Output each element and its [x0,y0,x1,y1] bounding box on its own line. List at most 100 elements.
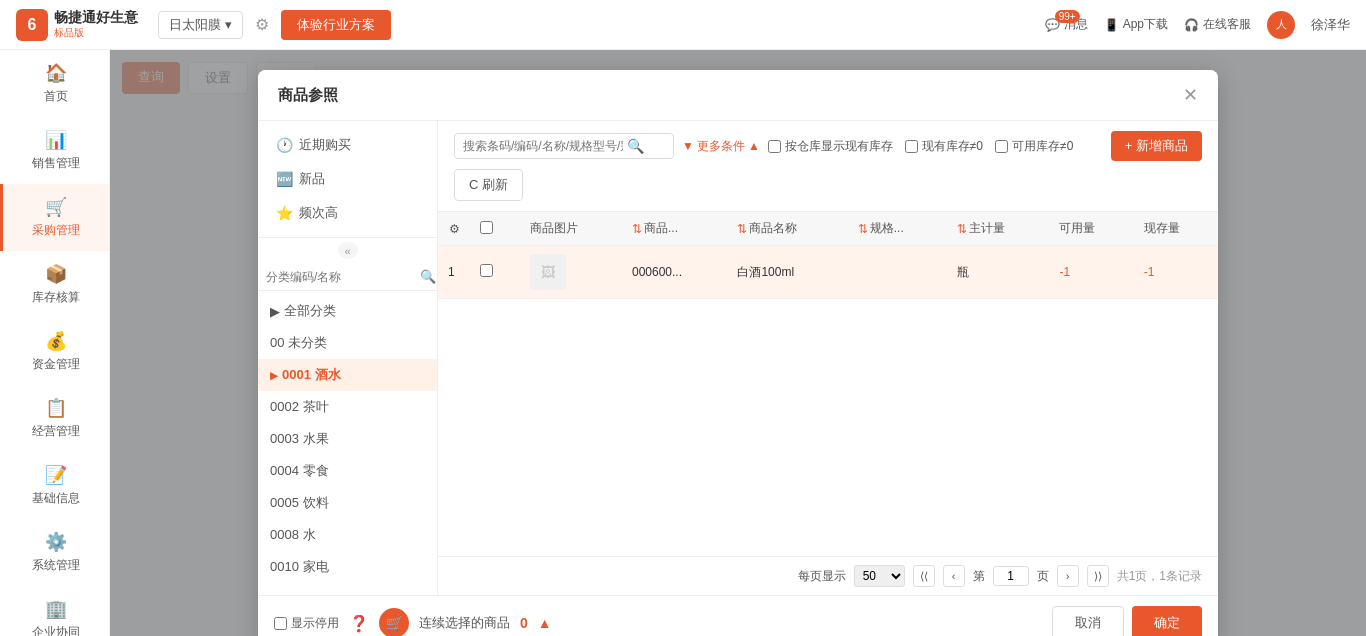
left-tab-frequent[interactable]: ⭐ 频次高 [266,197,429,229]
search-button[interactable]: 🔍 [627,138,644,154]
sort-icon-name: ⇅ [737,222,747,236]
checkbox-stock[interactable]: 现有库存≠0 [905,138,983,155]
sidebar-item-inventory[interactable]: 📦 库存核算 [0,251,109,318]
td-code: 000600... [622,246,727,299]
filter-more-button[interactable]: ▼ 更多条件 ▲ [682,138,760,155]
left-tabs: 🕐 近期购买 🆕 新品 ⭐ 频次高 [258,129,437,238]
app-download-button[interactable]: 📱 App下载 [1104,16,1168,33]
msg-badge: 99+ [1055,10,1080,23]
last-page-button[interactable]: ⟩⟩ [1087,565,1109,587]
th-settings[interactable]: ⚙ [438,212,470,246]
prev-page-button[interactable]: ‹ [943,565,965,587]
modal: 商品参照 ✕ 🕐 近期购买 🆕 [258,70,1218,636]
next-page-button[interactable]: › [1057,565,1079,587]
sidebar-item-business[interactable]: 📋 经营管理 [0,385,109,452]
th-code: ⇅ 商品... [622,212,727,246]
confirm-button[interactable]: 确定 [1132,606,1202,636]
product-image: 🖼 [530,254,566,290]
cat-tea[interactable]: 0002 茶叶 [258,391,437,423]
footer-actions: 取消 确定 [1052,606,1202,636]
sidebar-item-finance[interactable]: 💰 资金管理 [0,318,109,385]
selected-label: 连续选择的商品 [419,614,510,632]
nav-selector[interactable]: 日太阳膜 ▾ [158,11,243,39]
cat-fruit[interactable]: 0003 水果 [258,423,437,455]
inventory-icon: 📦 [45,263,67,285]
checkbox-warehouse[interactable]: 按仓库显示现有库存 [768,138,893,155]
username: 徐泽华 [1311,16,1350,34]
sidebar-item-purchase[interactable]: 🛒 采购管理 [0,184,109,251]
sidebar-item-enterprise[interactable]: 🏢 企业协同 [0,586,109,636]
app-icon: 📱 [1104,18,1119,32]
chevron-down-icon: ▾ [225,17,232,32]
cat-beverage[interactable]: 0005 饮料 [258,487,437,519]
show-disabled-checkbox[interactable]: 显示停用 [274,615,339,632]
gear-icon[interactable]: ⚙ [255,15,269,34]
msg-button[interactable]: 💬 消息 99+ [1045,16,1088,33]
th-spec: ⇅ 规格... [848,212,947,246]
cat-expand-icon: ▶ [270,304,280,319]
td-image: 🖼 [520,246,622,299]
th-unit: ⇅ 主计量 [947,212,1049,246]
modal-right-panel: 🔍 ▼ 更多条件 ▲ 按仓库显示现有库存 [438,121,1218,595]
logo-text: 畅捷通好生意 [54,9,138,26]
sidebar-item-sales[interactable]: 📊 销售管理 [0,117,109,184]
select-all-checkbox[interactable] [480,221,493,234]
refresh-button[interactable]: C 刷新 [454,169,523,201]
modal-close-button[interactable]: ✕ [1183,84,1198,106]
cat-snack[interactable]: 0004 零食 [258,455,437,487]
sidebar-item-home[interactable]: 🏠 首页 [0,50,109,117]
th-image: 商品图片 [520,212,622,246]
sidebar: 🏠 首页 📊 销售管理 🛒 采购管理 📦 库存核算 💰 资金管理 📋 经营管理 … [0,50,110,636]
cat-appliance[interactable]: 0010 家电 [258,551,437,583]
total-info: 共1页，1条记录 [1117,568,1202,585]
cat-all[interactable]: ▶ 全部分类 [258,295,437,327]
per-page-select[interactable]: 50 10 20 100 [854,565,905,587]
page-input[interactable] [993,566,1029,586]
trial-button[interactable]: 体验行业方案 [281,10,391,40]
headphone-icon: 🎧 [1184,18,1199,32]
category-search-area: 🔍 [258,263,437,291]
logo-sub: 标品版 [54,26,138,40]
sort-icon-spec: ⇅ [858,222,868,236]
service-button[interactable]: 🎧 在线客服 [1184,16,1251,33]
checkbox-available[interactable]: 可用库存≠0 [995,138,1073,155]
selected-count: 0 [520,615,528,631]
td-unit: 瓶 [947,246,1049,299]
sidebar-item-system[interactable]: ⚙️ 系统管理 [0,519,109,586]
table-row[interactable]: 1 🖼 000600... 白酒100ml 瓶 [438,246,1218,299]
product-search-input[interactable] [463,139,623,153]
checkbox-group: 按仓库显示现有库存 现有库存≠0 可用库存≠0 [768,138,1074,155]
star-icon: ⭐ [276,205,293,221]
filter-icon: ▼ [682,139,694,153]
finance-icon: 💰 [45,330,67,352]
cat-uncategorized[interactable]: 00 未分类 [258,327,437,359]
cancel-button[interactable]: 取消 [1052,606,1124,636]
category-search-input[interactable] [266,270,416,284]
td-available: -1 [1049,246,1133,299]
modal-header: 商品参照 ✕ [258,70,1218,121]
page-label: 第 [973,568,985,585]
clock-icon: 🕐 [276,137,293,153]
cat-active-icon: ▶ [270,370,278,381]
left-tab-recent[interactable]: 🕐 近期购买 [266,129,429,161]
main-layout: 🏠 首页 📊 销售管理 🛒 采购管理 📦 库存核算 💰 资金管理 📋 经营管理 … [0,50,1366,636]
sidebar-item-basic[interactable]: 📝 基础信息 [0,452,109,519]
avatar: 人 [1267,11,1295,39]
sort-icon-code: ⇅ [632,222,642,236]
cart-icon[interactable]: 🛒 [379,608,409,636]
add-product-button[interactable]: + 新增商品 [1111,131,1202,161]
search-bar: 🔍 ▼ 更多条件 ▲ 按仓库显示现有库存 [438,121,1218,212]
modal-title: 商品参照 [278,86,338,105]
left-tab-new[interactable]: 🆕 新品 [266,163,429,195]
category-search-icon[interactable]: 🔍 [420,269,436,284]
collapse-left-button[interactable]: « [338,242,358,259]
td-num: 1 [438,246,470,299]
logo-area: 6 畅捷通好生意 标品版 [16,9,138,41]
content-area: 查询 设置 刷新 商品参照 ✕ 🕐 [110,50,1366,636]
cat-water[interactable]: 0008 水 [258,519,437,551]
purchase-icon: 🛒 [45,196,67,218]
cat-liquor[interactable]: ▶ 0001 酒水 [258,359,437,391]
first-page-button[interactable]: ⟨⟨ [913,565,935,587]
collapse-selected-button[interactable]: ▲ [538,615,552,631]
help-icon[interactable]: ❓ [349,614,369,633]
